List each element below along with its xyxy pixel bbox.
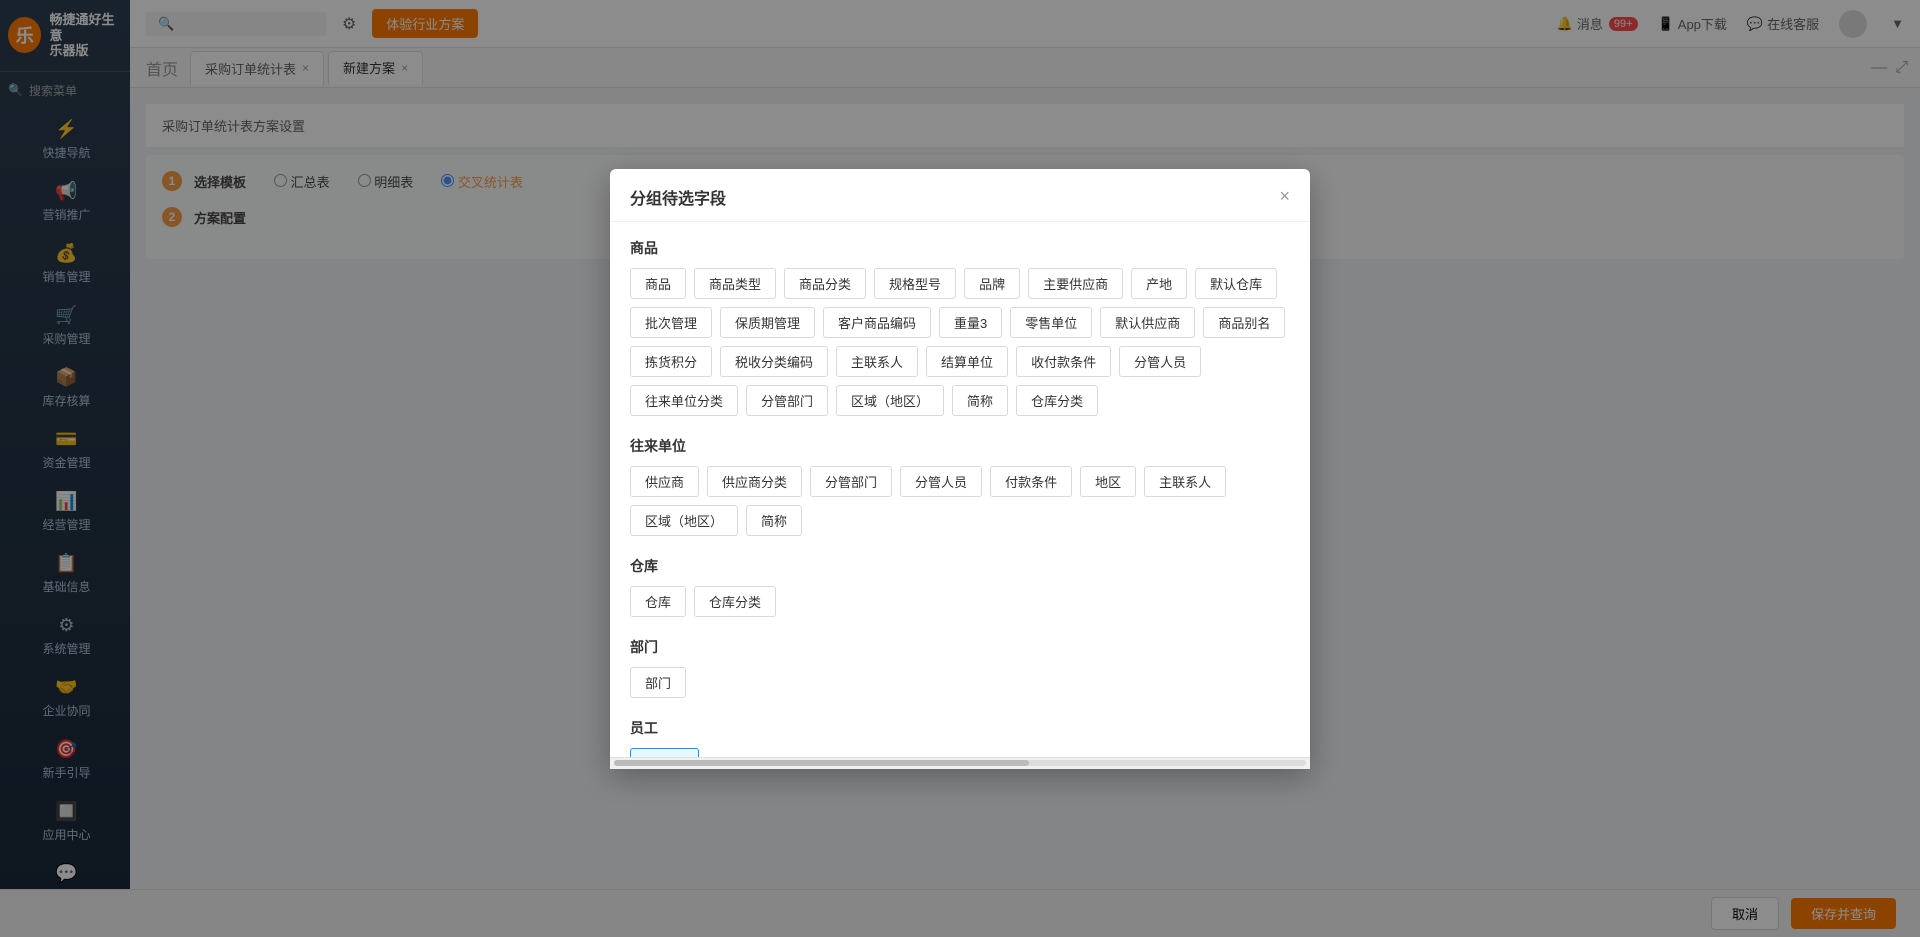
field-tag-contact-person[interactable]: 主联系人: [836, 346, 918, 377]
field-tag-pickup-points[interactable]: 拣货积分: [630, 346, 712, 377]
field-tag-weight3[interactable]: 重量3: [939, 307, 1002, 338]
field-tag-region2[interactable]: 区域（地区）: [630, 505, 738, 536]
field-tags-product: 商品商品类型商品分类规格型号品牌主要供应商产地默认仓库批次管理保质期管理客户商品…: [630, 268, 1290, 416]
field-tag-spec-type[interactable]: 规格型号: [874, 268, 956, 299]
field-tag-main-contact[interactable]: 主联系人: [1144, 466, 1226, 497]
field-group-title-department: 部门: [630, 637, 1290, 657]
field-group-title-partner: 往来单位: [630, 436, 1290, 456]
field-tag-pay-terms[interactable]: 付款条件: [990, 466, 1072, 497]
modal-close-button[interactable]: ×: [1279, 186, 1290, 207]
field-tag-retail-unit[interactable]: 零售单位: [1010, 307, 1092, 338]
field-tag-mgmt-dept[interactable]: 分管部门: [746, 385, 828, 416]
field-tag-batch-mgmt[interactable]: 批次管理: [630, 307, 712, 338]
field-tags-partner: 供应商供应商分类分管部门分管人员付款条件地区主联系人区域（地区） 简称: [630, 466, 1290, 536]
field-tag-wh[interactable]: 仓库: [630, 586, 686, 617]
field-tag-area[interactable]: 地区: [1080, 466, 1136, 497]
field-tag-sales-rep[interactable]: 业务员: [630, 748, 699, 757]
hscroll-thumb[interactable]: [614, 760, 1029, 766]
field-tag-wh-category[interactable]: 仓库分类: [694, 586, 776, 617]
field-tag-origin[interactable]: 产地: [1131, 268, 1187, 299]
field-group-employee: 员工业务员: [630, 718, 1290, 757]
field-tag-manager[interactable]: 分管人员: [1119, 346, 1201, 377]
field-tag-goods[interactable]: 商品: [630, 268, 686, 299]
field-select-modal: 分组待选字段 × 商品商品商品类型商品分类规格型号品牌主要供应商产地默认仓库批次…: [610, 169, 1310, 769]
modal-hscroll: [610, 757, 1310, 769]
field-tag-tax-code[interactable]: 税收分类编码: [720, 346, 828, 377]
field-group-department: 部门部门: [630, 637, 1290, 698]
modal-body: 商品商品商品类型商品分类规格型号品牌主要供应商产地默认仓库批次管理保质期管理客户…: [610, 222, 1310, 757]
field-tag-goods-type[interactable]: 商品类型: [694, 268, 776, 299]
modal-title: 分组待选字段: [630, 185, 726, 209]
field-tag-from-unit-category[interactable]: 往来单位分类: [630, 385, 738, 416]
field-tag-supplier[interactable]: 供应商: [630, 466, 699, 497]
hscroll-track: [614, 760, 1306, 766]
field-tag-dept[interactable]: 分管部门: [810, 466, 892, 497]
field-tag-goods-category[interactable]: 商品分类: [784, 268, 866, 299]
field-tags-employee: 业务员: [630, 748, 1290, 757]
field-tag-customer-code[interactable]: 客户商品编码: [823, 307, 931, 338]
field-group-partner: 往来单位供应商供应商分类分管部门分管人员付款条件地区主联系人区域（地区） 简称: [630, 436, 1290, 536]
field-tag-dept-person[interactable]: 分管人员: [900, 466, 982, 497]
field-group-title-product: 商品: [630, 238, 1290, 258]
field-tag-default-supplier[interactable]: 默认供应商: [1100, 307, 1195, 338]
field-group-product: 商品商品商品类型商品分类规格型号品牌主要供应商产地默认仓库批次管理保质期管理客户…: [630, 238, 1290, 416]
field-tag-expiry-mgmt[interactable]: 保质期管理: [720, 307, 815, 338]
field-tag-region[interactable]: 区域（地区）: [836, 385, 944, 416]
field-group-title-employee: 员工: [630, 718, 1290, 738]
field-group-warehouse: 仓库仓库仓库分类: [630, 556, 1290, 617]
field-tag-short-name2[interactable]: 简称: [746, 505, 802, 536]
field-tag-warehouse-category[interactable]: 仓库分类: [1016, 385, 1098, 416]
field-tag-default-warehouse[interactable]: 默认仓库: [1195, 268, 1277, 299]
field-tag-short-name[interactable]: 简称: [952, 385, 1008, 416]
field-tag-alias[interactable]: 商品别名: [1203, 307, 1285, 338]
field-group-title-warehouse: 仓库: [630, 556, 1290, 576]
field-tag-supplier-category[interactable]: 供应商分类: [707, 466, 802, 497]
field-tag-main-supplier[interactable]: 主要供应商: [1028, 268, 1123, 299]
field-tag-dep[interactable]: 部门: [630, 667, 686, 698]
field-tags-warehouse: 仓库仓库分类: [630, 586, 1290, 617]
field-tag-brand[interactable]: 品牌: [964, 268, 1020, 299]
modal-header: 分组待选字段 ×: [610, 169, 1310, 222]
field-tag-payment-terms[interactable]: 收付款条件: [1016, 346, 1111, 377]
field-tag-settlement-unit[interactable]: 结算单位: [926, 346, 1008, 377]
field-tags-department: 部门: [630, 667, 1290, 698]
